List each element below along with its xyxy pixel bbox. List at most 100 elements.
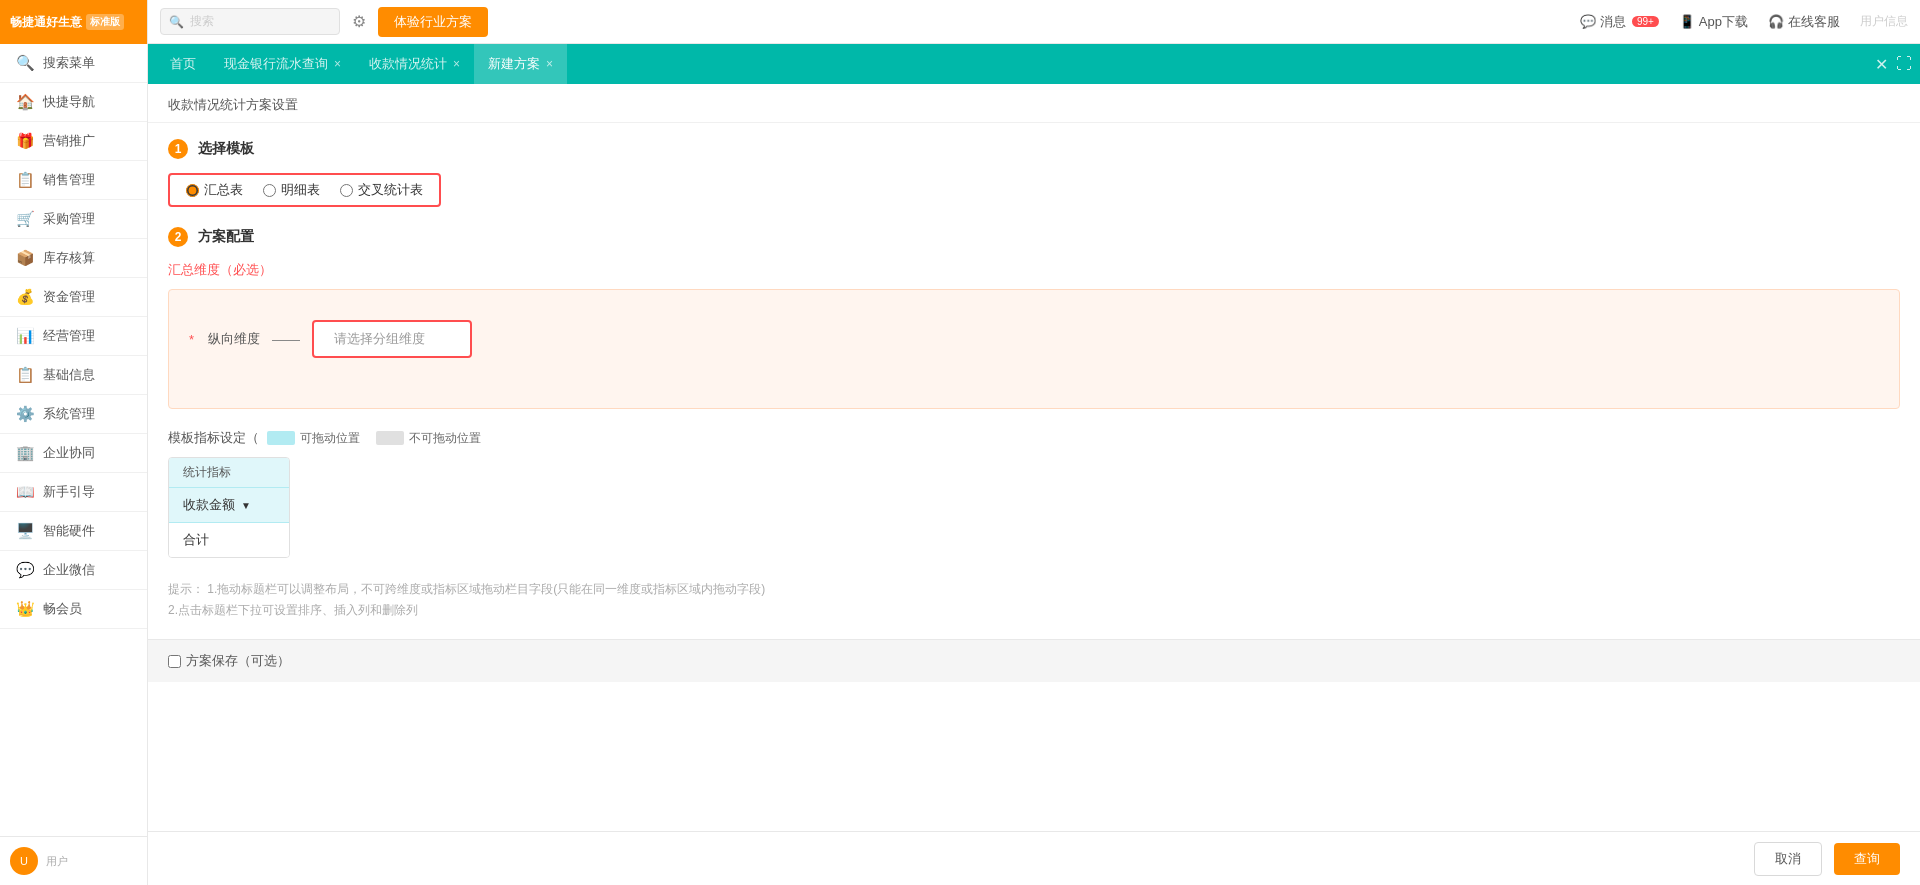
guide-icon: 📖 [16,483,35,501]
sidebar-item-marketing[interactable]: 🎁营销推广 [0,122,147,161]
indicator-header: 模板指标设定（ 可拖动位置 不可拖动位置 [168,429,1900,447]
draggable-label: 可拖动位置 [300,430,360,447]
tab-receipts[interactable]: 收款情况统计 × [355,44,474,84]
radio-summary-input[interactable] [186,184,199,197]
fullscreen-icon[interactable]: ⛶ [1896,55,1912,74]
radio-cross[interactable]: 交叉统计表 [340,181,423,199]
content-inner: 收款情况统计方案设置 1 选择模板 汇总表 明细表 [148,84,1920,831]
dimension-title: 汇总维度（必选） [168,261,1900,279]
radio-cross-input[interactable] [340,184,353,197]
legend-fixed: 不可拖动位置 [376,430,481,447]
radio-detail[interactable]: 明细表 [263,181,320,199]
radio-cross-label: 交叉统计表 [358,181,423,199]
operations-icon: 📊 [16,327,35,345]
tab-label-cashflow: 现金银行流水查询 [224,55,328,73]
tip-1: 提示： 1.拖动标题栏可以调整布局，不可跨维度或指标区域拖动栏目字段(只能在同一… [168,581,1900,598]
messages-button[interactable]: 💬 消息 99+ [1580,13,1659,31]
sidebar-item-wechat[interactable]: 💬企业微信 [0,551,147,590]
sidebar-item-quicknav[interactable]: 🏠 快捷导航 [0,83,147,122]
save-label-text: 方案保存（可选） [186,652,290,670]
sidebar-label-inventory: 库存核算 [43,249,95,267]
sidebar-label-basic: 基础信息 [43,366,95,384]
gear-icon[interactable]: ⚙ [352,12,366,31]
vertical-dim-select[interactable]: 请选择分组维度 [312,320,472,358]
topbar-right: 💬 消息 99+ 📱 App下载 🎧 在线客服 用户信息 [1580,13,1908,31]
radio-summary[interactable]: 汇总表 [186,181,243,199]
sidebar-item-inventory[interactable]: 📦库存核算 [0,239,147,278]
content-area: 收款情况统计方案设置 1 选择模板 汇总表 明细表 [148,84,1920,831]
sidebar-item-finance[interactable]: 💰资金管理 [0,278,147,317]
legend-draggable: 可拖动位置 [267,430,360,447]
tab-newplan[interactable]: 新建方案 × [474,44,567,84]
radio-detail-input[interactable] [263,184,276,197]
step2-number: 2 [168,227,188,247]
tip-2: 2.点击标题栏下拉可设置排序、插入列和删除列 [168,602,1900,619]
indicator-table: 统计指标 收款金额 ▼ 合计 [168,457,290,558]
marketing-icon: 🎁 [16,132,35,150]
sidebar-item-guide[interactable]: 📖新手引导 [0,473,147,512]
indicator-table-header: 统计指标 [169,458,289,488]
indicator-settings: 模板指标设定（ 可拖动位置 不可拖动位置 [168,429,1900,619]
sales-icon: 📋 [16,171,35,189]
query-button[interactable]: 查询 [1834,843,1900,875]
radio-summary-label: 汇总表 [204,181,243,199]
indicator-cell-amount[interactable]: 收款金额 ▼ [169,488,289,523]
sidebar-logo: 畅捷通好生意 标准版 [0,0,147,44]
tabbar-actions: ✕⛶ [1875,55,1912,74]
download-button[interactable]: 📱 App下载 [1679,13,1748,31]
sidebar-item-basic[interactable]: 📋基础信息 [0,356,147,395]
tips-section: 提示： 1.拖动标题栏可以调整布局，不可跨维度或指标区域拖动栏目字段(只能在同一… [168,581,1900,619]
step1-number: 1 [168,139,188,159]
save-checkbox[interactable] [168,655,181,668]
sidebar-label-quicknav: 快捷导航 [43,93,95,111]
indicator-legend: 可拖动位置 不可拖动位置 [267,430,481,447]
sidebar-item-hardware[interactable]: 🖥️智能硬件 [0,512,147,551]
close-window-icon[interactable]: ✕ [1875,55,1888,74]
bottom-bar: 取消 查询 [148,831,1920,885]
step1-title: 选择模板 [198,140,254,158]
sidebar-label-operations: 经营管理 [43,327,95,345]
tab-label-home: 首页 [170,55,196,73]
cancel-button[interactable]: 取消 [1754,842,1822,876]
template-selector: 汇总表 明细表 交叉统计表 [168,173,441,207]
tab-cashflow[interactable]: 现金银行流水查询 × [210,44,355,84]
tab-close-newplan[interactable]: × [546,57,553,71]
service-icon: 🎧 [1768,14,1784,29]
topbar-search-box[interactable]: 🔍 搜索 [160,8,340,35]
wechat-icon: 💬 [16,561,35,579]
indicator-cell-label: 收款金额 [183,496,235,514]
sidebar-item-system[interactable]: ⚙️ 系统管理 [0,395,147,434]
tab-close-cashflow[interactable]: × [334,57,341,71]
system-icon: ⚙️ [16,405,35,423]
sidebar-item-sales[interactable]: 📋 销售管理 [0,161,147,200]
tab-close-receipts[interactable]: × [453,57,460,71]
sidebar-item-operations[interactable]: 📊 经营管理 [0,317,147,356]
tab-home[interactable]: 首页 [156,44,210,84]
required-mark: * [189,332,194,347]
tab-label-receipts: 收款情况统计 [369,55,447,73]
sidebar-item-enterprise[interactable]: 🏢企业协同 [0,434,147,473]
indicator-title-text: 模板指标设定（ [168,429,259,447]
logo-text: 畅捷通好生意 [10,14,82,31]
user-info: 用户信息 [1860,13,1908,30]
save-checkbox-label[interactable]: 方案保存（可选） [168,652,290,670]
messages-badge: 99+ [1632,16,1659,27]
fixed-box [376,431,404,445]
tab-label-newplan: 新建方案 [488,55,540,73]
sidebar-item-vip[interactable]: 👑 畅会员 [0,590,147,629]
quicknav-icon: 🏠 [16,93,35,111]
sidebar-label-enterprise: 企业协同 [43,444,95,462]
sidebar-label-sales: 销售管理 [43,171,95,189]
step2-label: 2 方案配置 [168,227,1900,247]
sidebar-label-hardware: 智能硬件 [43,522,95,540]
page-header: 收款情况统计方案设置 [148,84,1920,123]
step2-section: 2 方案配置 汇总维度（必选） * 纵向维度 —— 请选择分组维度 [148,227,1920,639]
trial-button[interactable]: 体验行业方案 [378,7,488,37]
sidebar-item-search[interactable]: 🔍搜索菜单 [0,44,147,83]
sidebar-item-purchase[interactable]: 🛒采购管理 [0,200,147,239]
service-button[interactable]: 🎧 在线客服 [1768,13,1840,31]
vip-icon: 👑 [16,600,35,618]
sidebar-label-vip: 畅会员 [43,600,82,618]
sidebar-label-system: 系统管理 [43,405,95,423]
purchase-icon: 🛒 [16,210,35,228]
